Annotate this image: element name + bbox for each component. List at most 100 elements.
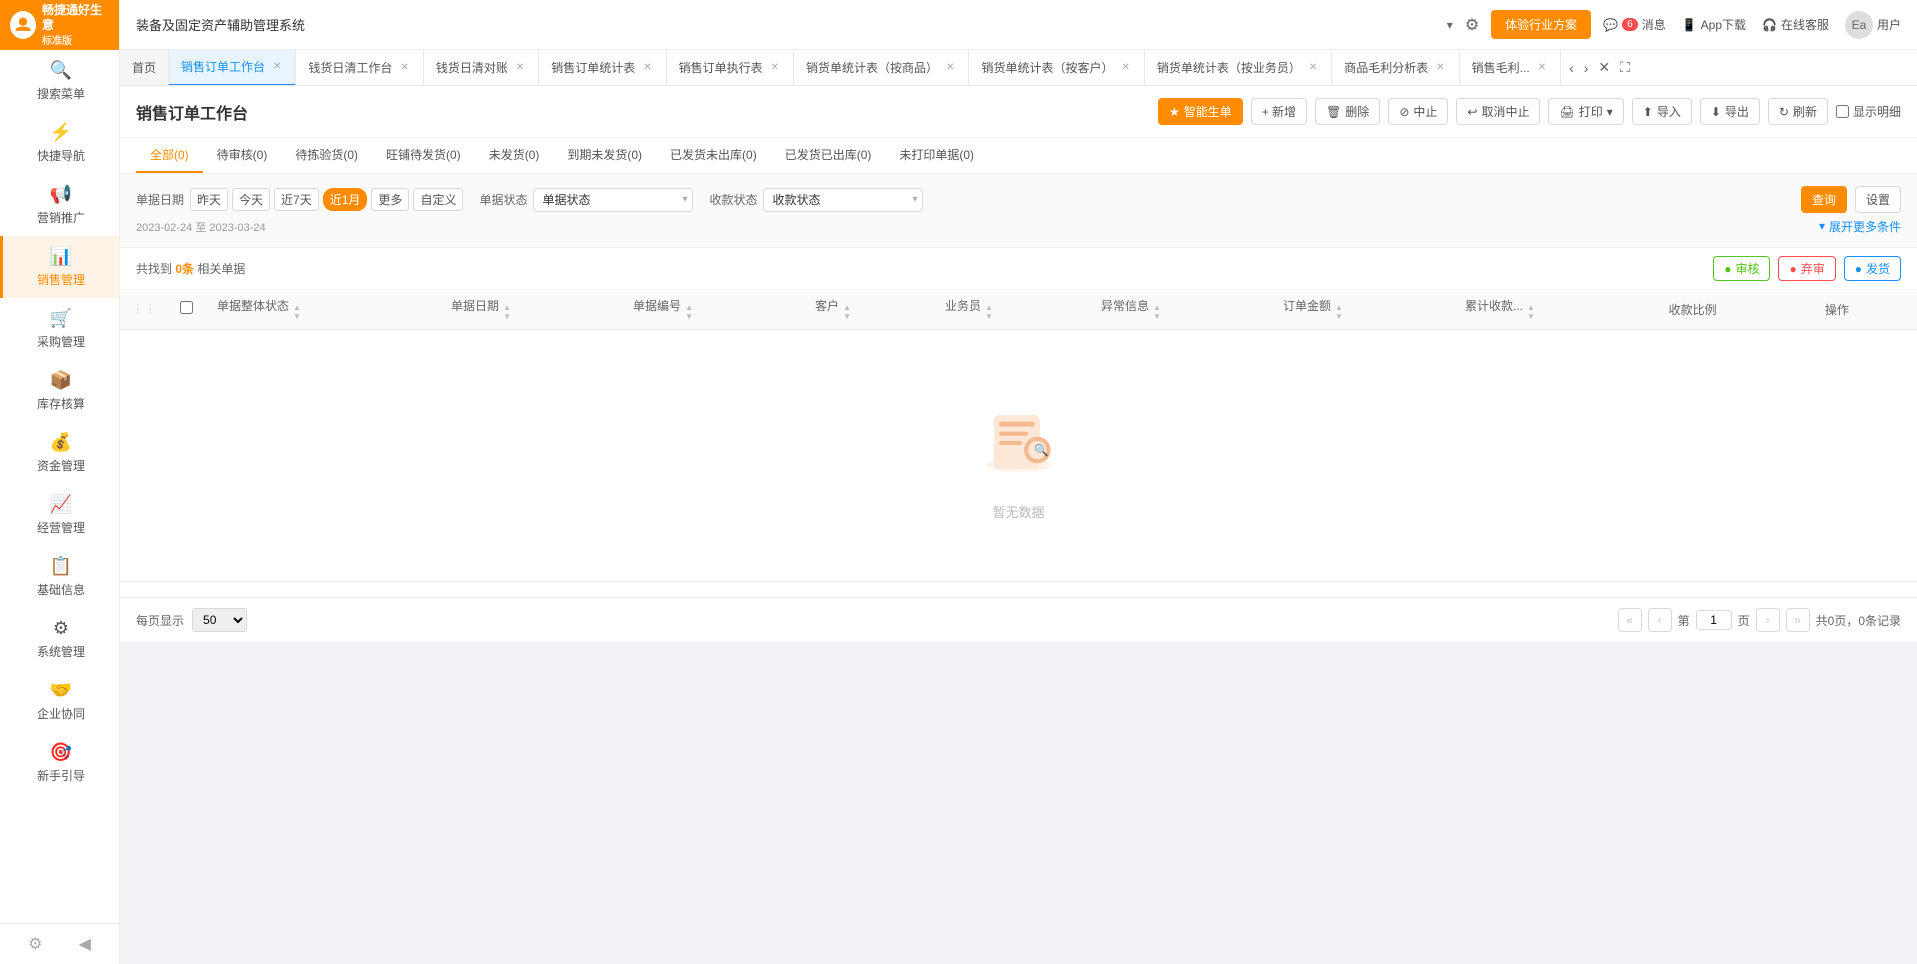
tab-close-9[interactable]: ✕ — [1434, 60, 1446, 75]
sub-tab-7[interactable]: 已发货已出库(0) — [771, 138, 886, 173]
export-btn[interactable]: ⬇ 导出 — [1700, 98, 1760, 125]
col-header-9[interactable]: 累计收款...▲▼ — [1453, 289, 1657, 330]
sidebar-item-采购管理[interactable]: 🛒采购管理 — [0, 298, 119, 360]
first-page-btn[interactable]: « — [1618, 608, 1642, 632]
refresh-btn[interactable]: ↻ 刷新 — [1768, 98, 1828, 125]
page-input[interactable] — [1696, 610, 1732, 630]
app-download-btn[interactable]: 📱 App下载 — [1682, 16, 1746, 33]
last-page-btn[interactable]: » — [1786, 608, 1810, 632]
sidebar-item-系统管理[interactable]: ⚙系统管理 — [0, 608, 119, 670]
sub-tab-3[interactable]: 旺铺待发货(0) — [372, 138, 475, 173]
user-menu[interactable]: Ea 用户 — [1845, 11, 1901, 39]
sidebar-item-库存核算[interactable]: 📦库存核算 — [0, 360, 119, 422]
col-header-10[interactable]: 收款比例 — [1657, 289, 1813, 330]
sub-tab-0[interactable]: 全部(0) — [136, 138, 203, 173]
smart-create-btn[interactable]: ★ 智能生单 — [1158, 98, 1243, 125]
col-header-4[interactable]: 单据编号▲▼ — [621, 289, 803, 330]
col-header-7[interactable]: 异常信息▲▼ — [1089, 289, 1271, 330]
date-btn-今天[interactable]: 今天 — [232, 188, 270, 211]
filter-settings-btn[interactable]: 设置 — [1855, 186, 1901, 213]
import-btn[interactable]: ⬆ 导入 — [1632, 98, 1692, 125]
date-btn-更多[interactable]: 更多 — [371, 188, 409, 211]
tab-1[interactable]: 销售订单工作台✕ — [169, 50, 296, 86]
stop-btn[interactable]: ⊘ 中止 — [1388, 98, 1448, 125]
tab-close-4[interactable]: ✕ — [641, 60, 653, 75]
date-btn-近7天[interactable]: 近7天 — [274, 188, 319, 211]
col-header-6[interactable]: 业务员▲▼ — [933, 289, 1089, 330]
date-btn-近1月[interactable]: 近1月 — [323, 188, 368, 211]
prev-page-btn[interactable]: ‹ — [1648, 608, 1672, 632]
sidebar-item-基础信息[interactable]: 📋基础信息 — [0, 546, 119, 608]
date-btn-自定义[interactable]: 自定义 — [413, 188, 463, 211]
sidebar-item-营销推广[interactable]: 📢营销推广 — [0, 174, 119, 236]
sub-tab-6[interactable]: 已发货未出库(0) — [656, 138, 771, 173]
col-header-11[interactable]: 操作 — [1813, 289, 1917, 330]
tabs-maximize-btn[interactable]: ⛶ — [1616, 57, 1634, 78]
sub-tab-5[interactable]: 到期未发货(0) — [553, 138, 656, 173]
topbar-settings[interactable]: ⚙ — [1465, 15, 1479, 35]
select-all-checkbox[interactable] — [180, 301, 193, 314]
cancel-stop-btn[interactable]: ↩ 取消中止 — [1456, 98, 1540, 125]
tab-9[interactable]: 商品毛利分析表✕ — [1332, 50, 1459, 86]
sidebar-item-销售管理[interactable]: 📊销售管理 — [0, 236, 119, 298]
tab-2[interactable]: 钱货日清工作台 ✕ — [296, 50, 423, 86]
collapse-btn[interactable]: ◀ — [79, 934, 91, 954]
expand-btn[interactable]: ▾ 展开更多条件 — [1819, 218, 1901, 235]
sidebar-item-搜索菜单[interactable]: 🔍搜索菜单 — [0, 50, 119, 112]
sub-tab-2[interactable]: 待拣验货(0) — [281, 138, 372, 173]
tab-close-5[interactable]: ✕ — [769, 60, 781, 75]
tab-5[interactable]: 销售订单执行表✕ — [667, 50, 794, 86]
col-header-2[interactable]: 单据整体状态▲▼ — [205, 289, 439, 330]
tab-6[interactable]: 销货单统计表（按商品）✕ — [794, 50, 969, 86]
online-service-btn[interactable]: 🎧 在线客服 — [1762, 16, 1829, 33]
message-btn[interactable]: 💬 6 消息 — [1603, 16, 1666, 33]
payment-select[interactable]: 收款状态 — [763, 188, 923, 212]
tab-8[interactable]: 销货单统计表（按业务员）✕ — [1145, 50, 1332, 86]
deliver-btn[interactable]: ● 发货 — [1844, 256, 1901, 281]
sidebar-item-快捷导航[interactable]: ⚡快捷导航 — [0, 112, 119, 174]
settings-btn[interactable]: ⚙ — [28, 934, 42, 954]
system-dropdown[interactable]: ▾ — [1447, 18, 1453, 32]
tab-0[interactable]: 首页 — [120, 50, 169, 86]
sidebar-item-经营管理[interactable]: 📈经营管理 — [0, 484, 119, 546]
tab-7[interactable]: 销货单统计表（按客户）✕ — [969, 50, 1144, 86]
tab-close-10[interactable]: ✕ — [1536, 60, 1548, 75]
sidebar-item-企业协同[interactable]: 🤝企业协同 — [0, 670, 119, 732]
sub-tab-4[interactable]: 未发货(0) — [475, 138, 554, 173]
col-header-3[interactable]: 单据日期▲▼ — [439, 289, 621, 330]
per-page-select[interactable]: 50 100 200 — [192, 608, 247, 632]
tab-4[interactable]: 销售订单统计表✕ — [539, 50, 666, 86]
col-header-5[interactable]: 客户▲▼ — [803, 289, 933, 330]
sidebar-item-新手引导[interactable]: 🎯新手引导 — [0, 732, 119, 794]
tab-close-8[interactable]: ✕ — [1307, 60, 1319, 75]
tab-label-2: 钱货日清工作台 — [308, 59, 392, 76]
status-select[interactable]: 单据状态 — [533, 188, 693, 212]
approve-btn[interactable]: ● 审核 — [1713, 256, 1770, 281]
tab-close-6[interactable]: ✕ — [944, 60, 956, 75]
add-btn[interactable]: + 新增 — [1251, 98, 1307, 125]
sub-tab-8[interactable]: 未打印单据(0) — [885, 138, 988, 173]
next-page-btn[interactable]: › — [1756, 608, 1780, 632]
show-detail-checkbox-label[interactable]: 显示明细 — [1836, 103, 1901, 120]
scrollbar[interactable] — [120, 581, 1917, 597]
tab-close-2[interactable]: ✕ — [398, 60, 410, 75]
tab-close-7[interactable]: ✕ — [1119, 60, 1131, 75]
cta-button[interactable]: 体验行业方案 — [1491, 10, 1591, 39]
tabs-close-all-btn[interactable]: ✕ — [1594, 57, 1614, 78]
print-btn[interactable]: 🖨 打印 ▾ — [1548, 98, 1623, 125]
sub-tab-1[interactable]: 待审核(0) — [203, 138, 282, 173]
date-btn-昨天[interactable]: 昨天 — [190, 188, 228, 211]
tabs-next-btn[interactable]: › — [1580, 58, 1593, 78]
tab-3[interactable]: 钱货日清对账✕ — [424, 50, 539, 86]
delete-btn[interactable]: 🗑 删除 — [1315, 98, 1380, 125]
tab-10[interactable]: 销售毛利...✕ — [1460, 50, 1561, 86]
col-header-8[interactable]: 订单金额▲▼ — [1271, 289, 1453, 330]
tabs-prev-btn[interactable]: ‹ — [1565, 58, 1578, 78]
reject-btn[interactable]: ● 弃审 — [1778, 256, 1835, 281]
query-btn[interactable]: 查询 — [1801, 186, 1847, 213]
tab-close-1[interactable]: ✕ — [271, 59, 283, 74]
sidebar-item-资金管理[interactable]: 💰资金管理 — [0, 422, 119, 484]
show-detail-checkbox[interactable] — [1836, 105, 1849, 118]
status-filter-label: 单据状态 — [479, 191, 527, 208]
tab-close-3[interactable]: ✕ — [514, 60, 526, 75]
